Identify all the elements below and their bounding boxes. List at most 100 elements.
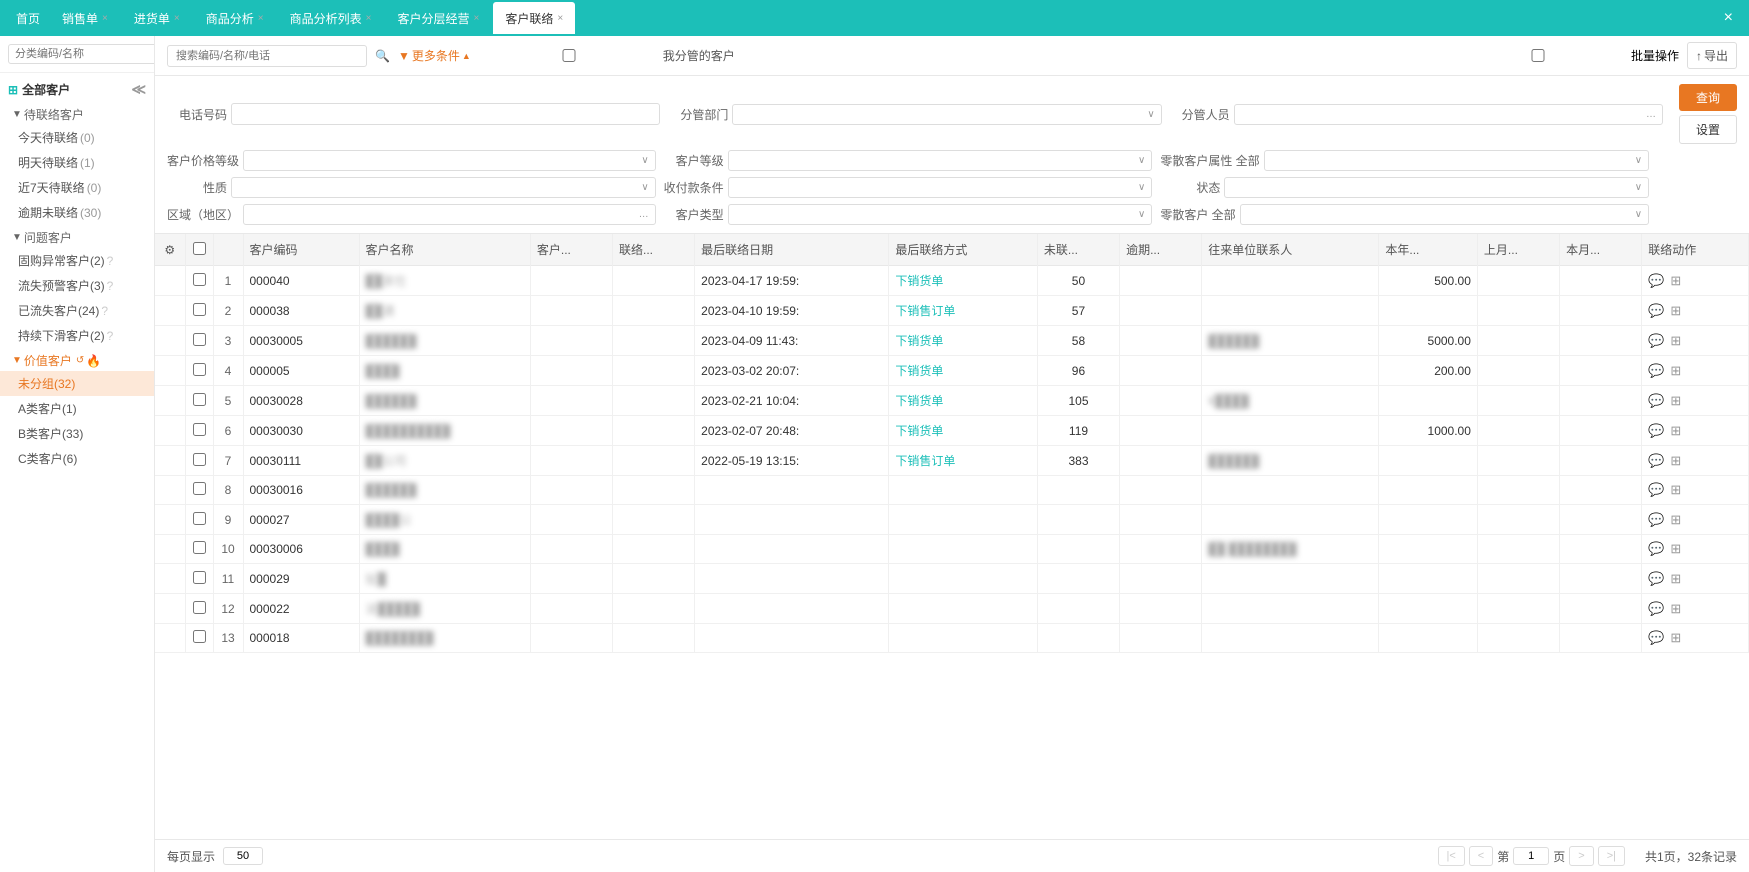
grid-action-icon[interactable]: ⊞ xyxy=(1670,333,1681,349)
first-page-button[interactable]: |< xyxy=(1438,846,1465,866)
last-method-link[interactable]: 下销货单 xyxy=(895,394,943,408)
region-select[interactable]: … xyxy=(243,204,656,225)
window-close-button[interactable]: × xyxy=(1716,9,1741,27)
row-checkbox[interactable] xyxy=(193,482,206,495)
close-customer-segment-icon[interactable]: × xyxy=(473,13,479,24)
manager-select[interactable]: … xyxy=(1234,104,1663,125)
last-method-link[interactable]: 下销货单 xyxy=(895,334,943,348)
sidebar-item-abnormal[interactable]: 固购异常客户(2) ? xyxy=(0,248,154,273)
query-button[interactable]: 查询 xyxy=(1679,84,1737,111)
collapse-button[interactable]: ≪ xyxy=(131,81,146,98)
nav-tab-purchase[interactable]: 进货单 × xyxy=(122,2,192,34)
row-checkbox[interactable] xyxy=(193,630,206,643)
sidebar-item-lost[interactable]: 已流失客户(24) ? xyxy=(0,298,154,323)
grid-action-icon[interactable]: ⊞ xyxy=(1670,630,1681,646)
chat-action-icon[interactable]: 💬 xyxy=(1648,363,1664,379)
select-all-checkbox[interactable] xyxy=(193,242,206,255)
sidebar-item-7days[interactable]: 近7天待联络 (0) xyxy=(0,175,154,200)
th-name[interactable]: 客户名称 xyxy=(359,234,530,266)
row-checkbox[interactable] xyxy=(193,601,206,614)
reset-button[interactable]: 设置 xyxy=(1679,115,1737,144)
grid-action-icon[interactable]: ⊞ xyxy=(1670,453,1681,469)
grid-action-icon[interactable]: ⊞ xyxy=(1670,423,1681,439)
row-checkbox[interactable] xyxy=(193,303,206,316)
nav-tab-product-analysis[interactable]: 商品分析 × xyxy=(194,2,276,34)
th-last-date[interactable]: 最后联络日期 xyxy=(695,234,889,266)
grid-action-icon[interactable]: ⊞ xyxy=(1670,303,1681,319)
customer-type-select[interactable]: ∨ xyxy=(728,204,1153,225)
sidebar-item-class-a[interactable]: A类客户(1) xyxy=(0,396,154,421)
customer-level-select[interactable]: ∨ xyxy=(728,150,1153,171)
retail-attr-select[interactable]: ∨ xyxy=(1264,150,1649,171)
th-code[interactable]: 客户编码 xyxy=(243,234,359,266)
sidebar-item-tomorrow[interactable]: 明天待联络 (1) xyxy=(0,150,154,175)
grid-action-icon[interactable]: ⊞ xyxy=(1670,571,1681,587)
chat-action-icon[interactable]: 💬 xyxy=(1648,630,1664,646)
close-sales-icon[interactable]: × xyxy=(102,13,108,24)
next-page-button[interactable]: > xyxy=(1569,846,1593,866)
dept-select[interactable]: ∨ xyxy=(732,104,1161,125)
close-customer-contact-icon[interactable]: × xyxy=(557,13,563,24)
grid-action-icon[interactable]: ⊞ xyxy=(1670,393,1681,409)
chat-action-icon[interactable]: 💬 xyxy=(1648,453,1664,469)
nav-tab-sales[interactable]: 销售单 × xyxy=(50,2,120,34)
export-button[interactable]: ↑ 导出 xyxy=(1687,42,1737,69)
batch-checkbox-label[interactable]: 批量操作 xyxy=(1448,47,1679,64)
last-method-link[interactable]: 下销货单 xyxy=(895,424,943,438)
th-overdue[interactable]: 逾期... xyxy=(1120,234,1202,266)
last-page-button[interactable]: >| xyxy=(1598,846,1625,866)
chat-action-icon[interactable]: 💬 xyxy=(1648,393,1664,409)
row-checkbox[interactable] xyxy=(193,363,206,376)
row-checkbox[interactable] xyxy=(193,333,206,346)
row-checkbox[interactable] xyxy=(193,453,206,466)
sidebar-item-overdue[interactable]: 逾期未联络 (30) xyxy=(0,200,154,225)
grid-action-icon[interactable]: ⊞ xyxy=(1670,273,1681,289)
nav-tab-product-list[interactable]: 商品分析列表 × xyxy=(278,2,384,34)
sidebar-item-class-b[interactable]: B类客户(33) xyxy=(0,421,154,446)
nav-tab-customer-segment[interactable]: 客户分层经营 × xyxy=(385,2,491,34)
prev-page-button[interactable]: < xyxy=(1469,846,1493,866)
filter-search-icon[interactable]: 🔍 xyxy=(375,49,390,63)
chat-action-icon[interactable]: 💬 xyxy=(1648,482,1664,498)
th-contact[interactable]: 联络... xyxy=(613,234,695,266)
sidebar-item-churn-warning[interactable]: 流失预警客户(3) ? xyxy=(0,273,154,298)
per-page-input[interactable]: 50 xyxy=(223,847,263,865)
all-customers-header[interactable]: ⊞ 全部客户 ≪ xyxy=(0,73,154,102)
grid-action-icon[interactable]: ⊞ xyxy=(1670,512,1681,528)
chat-action-icon[interactable]: 💬 xyxy=(1648,303,1664,319)
grid-action-icon[interactable]: ⊞ xyxy=(1670,601,1681,617)
row-checkbox[interactable] xyxy=(193,571,206,584)
grid-action-icon[interactable]: ⊞ xyxy=(1670,363,1681,379)
group-title-problem[interactable]: ▼ 问题客户 xyxy=(0,225,154,248)
row-checkbox[interactable] xyxy=(193,423,206,436)
status-select[interactable]: ∨ xyxy=(1224,177,1649,198)
group-title-value[interactable]: ▼ 价值客户 ↺ 🔥 xyxy=(0,348,154,371)
nature-select[interactable]: ∨ xyxy=(231,177,656,198)
grid-action-icon[interactable]: ⊞ xyxy=(1670,541,1681,557)
grid-action-icon[interactable]: ⊞ xyxy=(1670,482,1681,498)
th-type[interactable]: 客户... xyxy=(530,234,612,266)
last-method-link[interactable]: 下销售订单 xyxy=(895,304,955,318)
last-method-link[interactable]: 下销货单 xyxy=(895,364,943,378)
filter-more-button[interactable]: ▼ 更多条件 ▲ xyxy=(398,47,471,64)
chat-action-icon[interactable]: 💬 xyxy=(1648,333,1664,349)
chat-action-icon[interactable]: 💬 xyxy=(1648,601,1664,617)
sidebar-item-today[interactable]: 今天待联络 (0) xyxy=(0,125,154,150)
search-input[interactable] xyxy=(167,45,367,67)
group-title-pending[interactable]: ▼ 待联络客户 xyxy=(0,102,154,125)
batch-checkbox[interactable] xyxy=(1448,49,1628,62)
chat-action-icon[interactable]: 💬 xyxy=(1648,541,1664,557)
my-customers-checkbox[interactable] xyxy=(479,49,659,62)
sidebar-item-class-c[interactable]: C类客户(6) xyxy=(0,446,154,471)
th-last-month[interactable]: 上月... xyxy=(1477,234,1559,266)
refresh-icon[interactable]: ↺ xyxy=(76,355,84,366)
row-checkbox[interactable] xyxy=(193,273,206,286)
chat-action-icon[interactable]: 💬 xyxy=(1648,571,1664,587)
row-checkbox[interactable] xyxy=(193,541,206,554)
retail-customer-select[interactable]: ∨ xyxy=(1240,204,1649,225)
sidebar-item-ungroup[interactable]: 未分组(32) xyxy=(0,371,154,396)
payment-select[interactable]: ∨ xyxy=(728,177,1153,198)
nav-tab-customer-contact[interactable]: 客户联络 × xyxy=(493,2,575,34)
th-this-year[interactable]: 本年... xyxy=(1379,234,1478,266)
chat-action-icon[interactable]: 💬 xyxy=(1648,273,1664,289)
